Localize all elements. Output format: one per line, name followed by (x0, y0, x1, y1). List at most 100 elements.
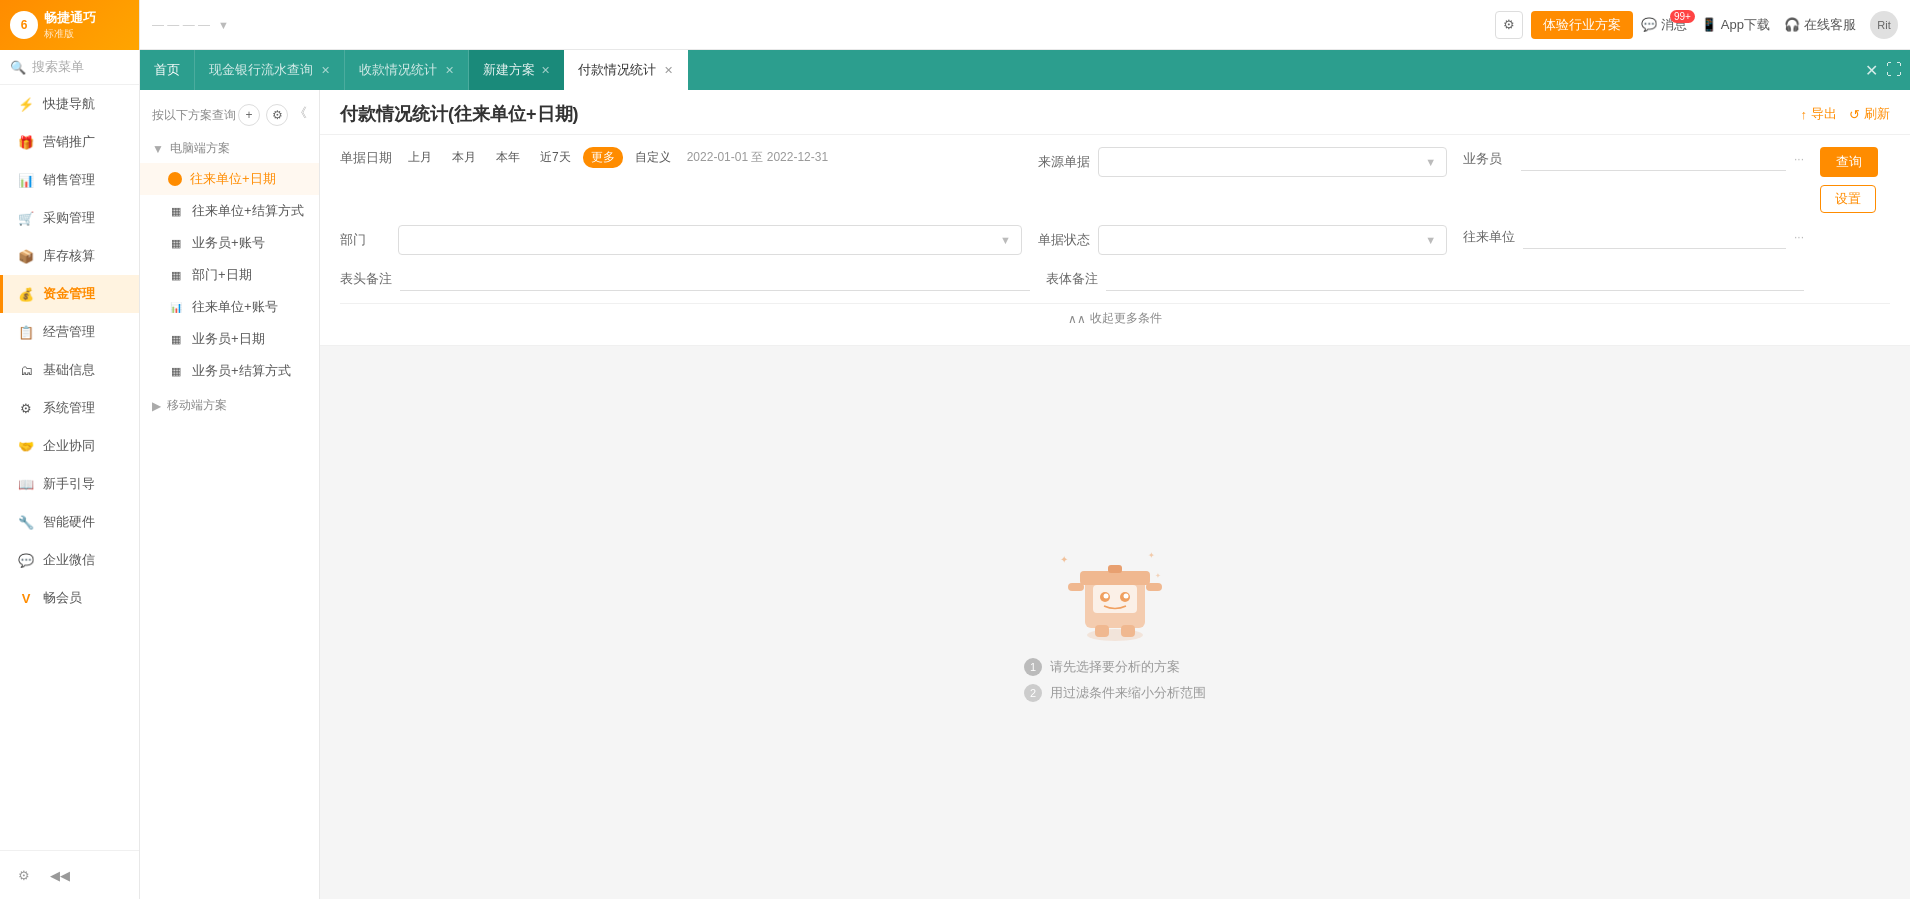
scheme-item-dept-date-icon: ▦ (168, 267, 184, 283)
sidebar-item-operation[interactable]: 📋 经营管理 (0, 313, 139, 351)
sidebar-item-label: 营销推广 (43, 133, 95, 151)
sidebar-item-inventory[interactable]: 📦 库存核算 (0, 237, 139, 275)
tab-new-plan-close[interactable]: ✕ (541, 64, 550, 77)
sidebar-search[interactable]: 🔍 搜索菜单 (0, 50, 139, 85)
filter-date-buttons: 上月 本月 本年 近7天 更多 自定义 2022-01-01 至 2022-12… (400, 147, 828, 168)
online-service-btn[interactable]: 🎧 在线客服 (1784, 16, 1856, 34)
scheme-group-mobile: ▶ 移动端方案 (140, 391, 319, 420)
member-icon: V (17, 589, 35, 607)
scheme-item-dept-date[interactable]: ▦ 部门+日期 (140, 259, 319, 291)
sidebar-item-label: 基础信息 (43, 361, 95, 379)
topbar-settings-btn[interactable]: ⚙ (1495, 11, 1523, 39)
sidebar-item-system[interactable]: ⚙ 系统管理 (0, 389, 139, 427)
refresh-btn[interactable]: ↺ 刷新 (1849, 105, 1890, 123)
scheme-add-btn[interactable]: + (238, 104, 260, 126)
sidebar-item-quick-nav[interactable]: ⚡ 快捷导航 (0, 85, 139, 123)
date-btn-this-month[interactable]: 本月 (444, 147, 484, 168)
sidebar-item-marketing[interactable]: 🎁 营销推广 (0, 123, 139, 161)
app-download-btn[interactable]: 📱 App下载 (1701, 16, 1770, 34)
counterpart-ellipsis[interactable]: ··· (1794, 230, 1804, 244)
sidebar-settings-btn[interactable]: ⚙ (10, 861, 38, 889)
scheme-item-staff-settle[interactable]: ▦ 业务员+结算方式 (140, 355, 319, 387)
filter-body-note-input[interactable] (1106, 267, 1804, 291)
scheme-group-desktop-label: 电脑端方案 (170, 140, 230, 157)
sidebar-item-label: 系统管理 (43, 399, 95, 417)
scheme-group-mobile-title[interactable]: ▶ 移动端方案 (140, 391, 319, 420)
filter-settings-btn[interactable]: 设置 (1820, 185, 1876, 213)
page-header-actions: ↑ 导出 ↺ 刷新 (1801, 105, 1891, 123)
scheme-group-mobile-label: 移动端方案 (167, 397, 227, 414)
plus-icon: + (245, 108, 252, 122)
sidebar-item-member[interactable]: V 畅会员 (0, 579, 139, 617)
date-btn-last-month[interactable]: 上月 (400, 147, 440, 168)
scheme-item-counterpart-settle[interactable]: ▦ 往来单位+结算方式 (140, 195, 319, 227)
message-btn[interactable]: 💬 消息 99+ (1641, 16, 1687, 34)
svg-rect-2 (1080, 571, 1150, 585)
tab-payment-stat[interactable]: 付款情况统计 ✕ (564, 50, 688, 90)
sidebar-item-wechat[interactable]: 💬 企业微信 (0, 541, 139, 579)
svg-rect-11 (1095, 625, 1109, 637)
sidebar-item-hardware[interactable]: 🔧 智能硬件 (0, 503, 139, 541)
dept-chevron-icon: ▼ (1000, 234, 1011, 246)
filter-source-select[interactable]: ▼ (1098, 147, 1447, 177)
tab-expand-btn[interactable]: ⛶ (1886, 61, 1902, 79)
sidebar-item-sales[interactable]: 📊 销售管理 (0, 161, 139, 199)
scheme-item-staff-account-label: 业务员+账号 (192, 234, 265, 252)
scheme-item-staff-account[interactable]: ▦ 业务员+账号 (140, 227, 319, 259)
topbar: — — — — ▼ ⚙ 体验行业方案 💬 消息 99+ 📱 App下载 🎧 在线… (140, 0, 1910, 50)
query-btn[interactable]: 查询 (1820, 147, 1878, 177)
tab-receipts-label: 收款情况统计 (359, 61, 437, 79)
trial-btn[interactable]: 体验行业方案 (1531, 11, 1633, 39)
tab-home[interactable]: 首页 (140, 50, 195, 90)
filter-staff-input[interactable] (1521, 147, 1786, 171)
sidebar-item-corp[interactable]: 🤝 企业协同 (0, 427, 139, 465)
avatar[interactable]: Rit (1870, 11, 1898, 39)
sidebar-item-label: 经营管理 (43, 323, 95, 341)
filter-item-body-note: 表体备注 (1046, 267, 1804, 291)
tab-bank-flow-close[interactable]: ✕ (321, 64, 330, 77)
sidebar-collapse-btn[interactable]: ◀◀ (46, 861, 74, 889)
date-btn-more[interactable]: 更多 (583, 147, 623, 168)
tip-num-1: 1 (1024, 658, 1042, 676)
tab-receipts[interactable]: 收款情况统计 ✕ (345, 50, 469, 90)
staff-ellipsis[interactable]: ··· (1794, 152, 1804, 166)
scheme-item-counterpart-date[interactable]: 往来单位+日期 (140, 163, 319, 195)
tab-payment-stat-close[interactable]: ✕ (664, 64, 673, 77)
scheme-item-counterpart-settle-label: 往来单位+结算方式 (192, 202, 304, 220)
sidebar-item-guide[interactable]: 📖 新手引导 (0, 465, 139, 503)
service-icon: 🎧 (1784, 17, 1800, 32)
scheme-item-staff-settle-icon: ▦ (168, 363, 184, 379)
filter-actions: 查询 设置 (1820, 147, 1890, 213)
filter-counterpart-input[interactable] (1523, 225, 1786, 249)
scheme-item-staff-date[interactable]: ▦ 业务员+日期 (140, 323, 319, 355)
filter-status-select[interactable]: ▼ (1098, 225, 1447, 255)
filter-dept-select[interactable]: ▼ (398, 225, 1022, 255)
tab-bank-flow[interactable]: 现金银行流水查询 ✕ (195, 50, 345, 90)
sidebar-item-label: 企业协同 (43, 437, 95, 455)
date-btn-custom[interactable]: 自定义 (627, 147, 679, 168)
scheme-group-desktop: ▼ 电脑端方案 往来单位+日期 ▦ 往来单位+结算方式 ▦ 业务员+账号 ▦ (140, 134, 319, 387)
filter-head-note-input[interactable] (400, 267, 1030, 291)
refresh-label: 刷新 (1864, 105, 1890, 123)
sidebar-item-purchase[interactable]: 🛒 采购管理 (0, 199, 139, 237)
chevron-up-icon: ∧∧ (1068, 312, 1086, 326)
export-btn[interactable]: ↑ 导出 (1801, 105, 1838, 123)
scheme-item-dept-date-label: 部门+日期 (192, 266, 252, 284)
date-btn-this-year[interactable]: 本年 (488, 147, 528, 168)
sidebar-footer: ⚙ ◀◀ (0, 850, 139, 899)
sidebar-item-capital[interactable]: 💰 资金管理 (0, 275, 139, 313)
filter-item-counterpart: 往来单位 ··· (1463, 225, 1804, 249)
tab-receipts-close[interactable]: ✕ (445, 64, 454, 77)
sales-icon: 📊 (17, 171, 35, 189)
scheme-item-staff-settle-label: 业务员+结算方式 (192, 362, 291, 380)
sidebar-item-basic-info[interactable]: 🗂 基础信息 (0, 351, 139, 389)
tab-new-plan[interactable]: 新建方案 ✕ (469, 50, 564, 90)
date-btn-7days[interactable]: 近7天 (532, 147, 579, 168)
collapse-more-btn[interactable]: ∧∧ 收起更多条件 (340, 303, 1890, 333)
page-title: 付款情况统计(往来单位+日期) (340, 102, 579, 126)
scheme-group-desktop-title[interactable]: ▼ 电脑端方案 (140, 134, 319, 163)
tab-close-all-btn[interactable]: ✕ (1865, 61, 1878, 80)
scheme-settings-btn[interactable]: ⚙ (266, 104, 288, 126)
scheme-collapse-btn[interactable]: 《 (294, 104, 307, 126)
scheme-item-counterpart-account[interactable]: 📊 往来单位+账号 (140, 291, 319, 323)
